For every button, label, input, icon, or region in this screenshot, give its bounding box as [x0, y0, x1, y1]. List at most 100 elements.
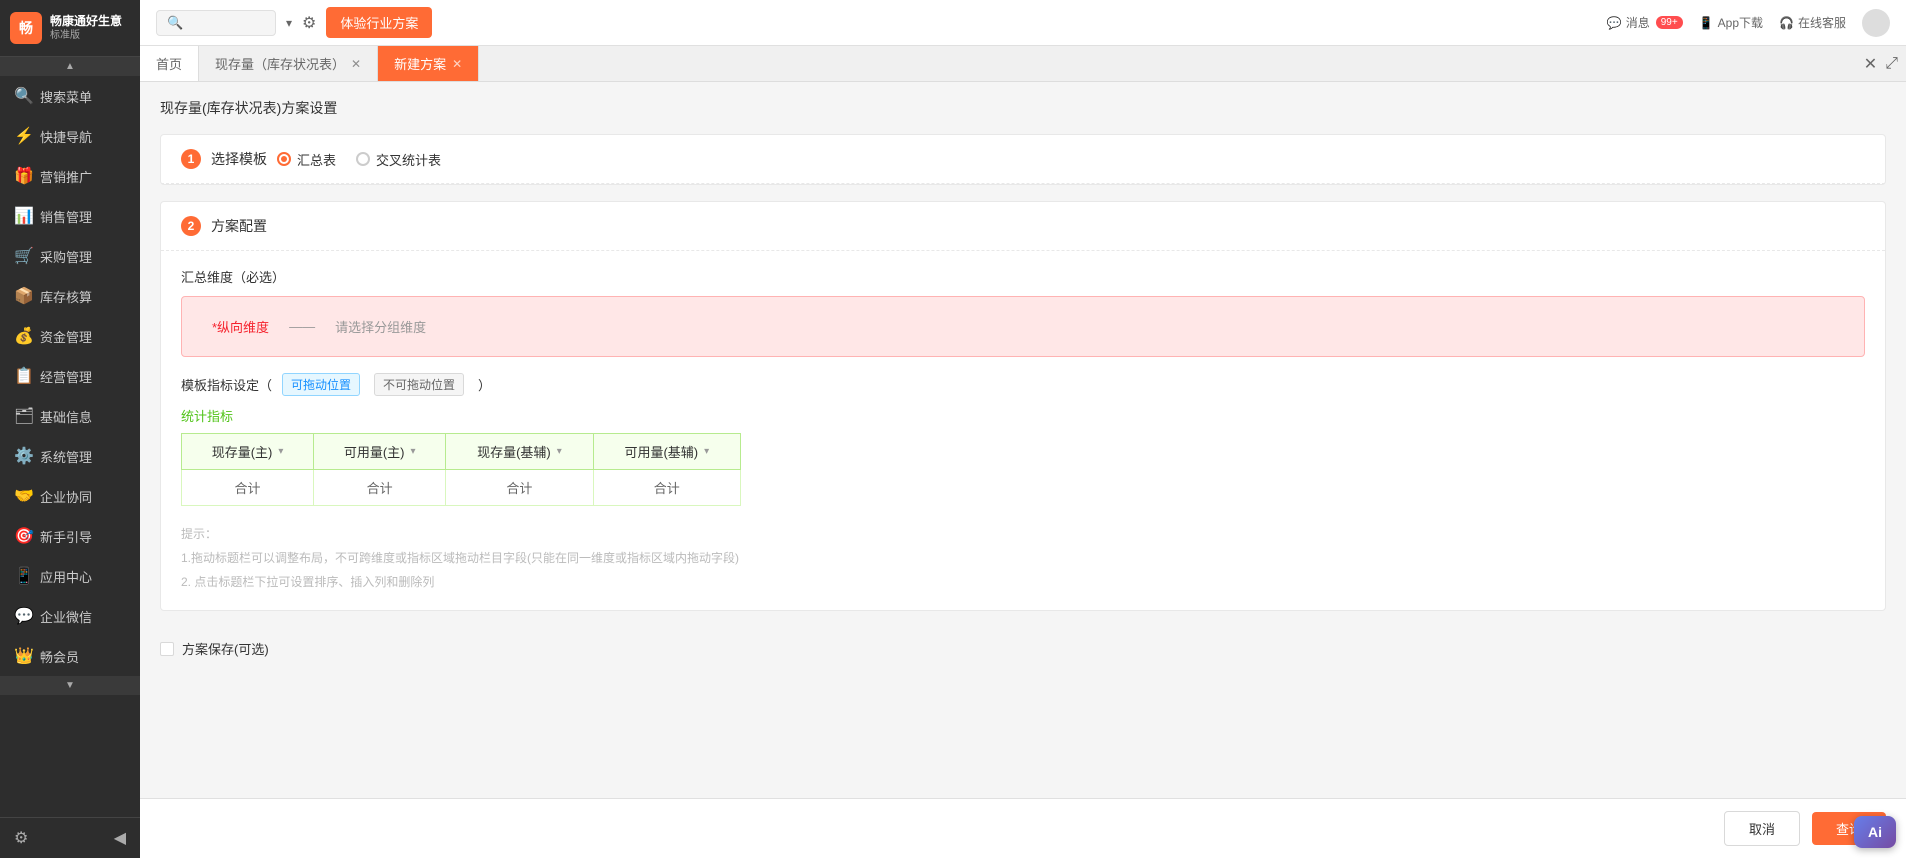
dimension-placeholder: 请选择分组维度 [335, 317, 426, 336]
sidebar-logo: 畅 畅康通好生意 标准版 [0, 0, 140, 57]
topbar-gear-icon[interactable]: ⚙ [302, 13, 316, 33]
ai-button[interactable]: Ai [1854, 816, 1896, 848]
col3-chevron-icon[interactable]: ▾ [557, 446, 562, 457]
sidebar-item-marketing[interactable]: 🎁 营销推广 [0, 156, 140, 196]
sidebar-label-appstore: 应用中心 [40, 567, 92, 586]
step1-header: 1 选择模板 汇总表 交叉统计表 [161, 135, 1885, 184]
col2-chevron-icon[interactable]: ▾ [411, 446, 416, 457]
tab-new-scheme[interactable]: 新建方案 ✕ [378, 46, 479, 81]
message-item[interactable]: 💬 消息 99+ [1607, 14, 1683, 31]
tab-inventory-close-icon[interactable]: ✕ [351, 57, 361, 71]
sidebar-label-marketing: 营销推广 [40, 167, 92, 186]
radio-summary[interactable]: 汇总表 [277, 150, 336, 169]
topbar-dropdown[interactable]: ▾ [286, 16, 292, 30]
stats-cell-3: 合计 [446, 470, 593, 506]
vertical-dimension-label: *纵向维度 [212, 317, 269, 336]
app-logo-icon: 畅 [10, 12, 42, 44]
main-area: 🔍 ▾ ⚙ 体验行业方案 💬 消息 99+ 📱 App下载 🎧 在线客服 [140, 0, 1906, 858]
drag-tag: 可拖动位置 [282, 373, 360, 396]
stats-cell-4: 合计 [593, 470, 740, 506]
step2-header: 2 方案配置 [161, 202, 1885, 251]
stats-col-2-header[interactable]: 可用量(主) ▾ [314, 434, 446, 470]
online-service-item[interactable]: 🎧 在线客服 [1779, 14, 1846, 31]
app-name: 畅康通好生意 标准版 [50, 14, 122, 43]
headset-icon: 🎧 [1779, 16, 1794, 30]
message-badge: 99+ [1656, 16, 1683, 29]
sidebar-icon-sales: 📊 [14, 206, 32, 226]
step1-badge: 1 [181, 149, 201, 169]
cancel-button[interactable]: 取消 [1724, 811, 1800, 846]
sidebar-item-system[interactable]: ⚙️ 系统管理 [0, 436, 140, 476]
sidebar-item-member[interactable]: 👑 畅会员 [0, 636, 140, 676]
dimension-required-area[interactable]: *纵向维度 —— 请选择分组维度 [181, 296, 1865, 357]
sidebar-label-system: 系统管理 [40, 447, 92, 466]
stats-header-row: 现存量(主) ▾ 可用量(主) ▾ [182, 434, 741, 470]
user-avatar[interactable] [1862, 9, 1890, 37]
stats-col-4-header[interactable]: 可用量(基辅) ▾ [593, 434, 740, 470]
step1-title: 选择模板 [211, 149, 267, 169]
tab-inventory-status[interactable]: 现存量（库存状况表） ✕ [199, 46, 378, 81]
sidebar-label-basic: 基础信息 [40, 407, 92, 426]
radio-summary-label: 汇总表 [297, 150, 336, 169]
stats-cell-2: 合计 [314, 470, 446, 506]
toggle-icon[interactable]: ◀ [114, 828, 126, 848]
radio-summary-circle [277, 152, 291, 166]
sidebar-item-purchase[interactable]: 🛒 采购管理 [0, 236, 140, 276]
tips-item-2: 2. 点击标题栏下拉可设置排序、插入列和删除列 [181, 570, 1865, 594]
tab-home[interactable]: 首页 [140, 46, 199, 81]
indicator-suffix: ） [478, 375, 491, 394]
stats-col-3-header[interactable]: 现存量(基辅) ▾ [446, 434, 593, 470]
radio-crosstab[interactable]: 交叉统计表 [356, 150, 441, 169]
col1-chevron-icon[interactable]: ▾ [278, 446, 283, 457]
search-input[interactable] [189, 16, 269, 30]
step2-section: 2 方案配置 汇总维度（必选） *纵向维度 —— 请选择分组维度 模板指标设定（… [160, 201, 1886, 611]
col4-chevron-icon[interactable]: ▾ [704, 446, 709, 457]
tabs-bar: 首页 现存量（库存状况表） ✕ 新建方案 ✕ ✕ ⤢ [140, 46, 1906, 82]
settings-icon[interactable]: ⚙ [14, 828, 28, 848]
message-icon: 💬 [1607, 16, 1622, 30]
stats-section: 统计指标 现存量(主) ▾ [181, 406, 1865, 506]
sidebar-item-appstore[interactable]: 📱 应用中心 [0, 556, 140, 596]
sidebar-icon-purchase: 🛒 [14, 246, 32, 266]
sidebar-label-purchase: 采购管理 [40, 247, 92, 266]
sidebar-item-finance[interactable]: 💰 资金管理 [0, 316, 140, 356]
sidebar-item-inventory[interactable]: 📦 库存核算 [0, 276, 140, 316]
tips-section: 提示： 1.拖动标题栏可以调整布局，不可跨维度或指标区域拖动栏目字段(只能在同一… [181, 522, 1865, 594]
stats-title: 统计指标 [181, 406, 1865, 425]
sidebar-item-newcomer[interactable]: 🎯 新手引导 [0, 516, 140, 556]
tab-close-btn[interactable]: ✕ [1864, 54, 1877, 74]
topbar-right: 💬 消息 99+ 📱 App下载 🎧 在线客服 [1607, 9, 1890, 37]
save-label: 方案保存(可选) [182, 639, 269, 658]
sidebar-item-sales[interactable]: 📊 销售管理 [0, 196, 140, 236]
sidebar-items-container: 🔍 搜索菜单 ⚡ 快捷导航 🎁 营销推广 📊 销售管理 🛒 采购管理 📦 库存核… [0, 76, 140, 676]
sidebar-icon-system: ⚙️ [14, 446, 32, 466]
save-checkbox[interactable] [160, 642, 174, 656]
sidebar-icon-newcomer: 🎯 [14, 526, 32, 546]
radio-crosstab-label: 交叉统计表 [376, 150, 441, 169]
topbar-search[interactable]: 🔍 [156, 10, 276, 36]
sidebar-icon-search: 🔍 [14, 86, 32, 106]
tab-expand-btn[interactable]: ⤢ [1885, 55, 1898, 73]
sidebar-item-cooperation[interactable]: 🤝 企业协同 [0, 476, 140, 516]
radio-crosstab-circle [356, 152, 370, 166]
tab-controls: ✕ ⤢ [1864, 54, 1906, 74]
stats-col-1-header[interactable]: 现存量(主) ▾ [182, 434, 314, 470]
sidebar-item-shortcut[interactable]: ⚡ 快捷导航 [0, 116, 140, 156]
tips-title: 提示： [181, 522, 1865, 546]
sidebar-icon-finance: 💰 [14, 326, 32, 346]
app-download-icon: 📱 [1699, 16, 1714, 30]
sidebar-scroll-down[interactable]: ▼ [0, 676, 140, 695]
sidebar-item-business[interactable]: 📋 经营管理 [0, 356, 140, 396]
sidebar-item-basic[interactable]: 🗂 基础信息 [0, 396, 140, 436]
sidebar-item-wechat[interactable]: 💬 企业微信 [0, 596, 140, 636]
sidebar-label-search: 搜索菜单 [40, 87, 92, 106]
sidebar-scroll-up[interactable]: ▲ [0, 57, 140, 76]
topbar: 🔍 ▾ ⚙ 体验行业方案 💬 消息 99+ 📱 App下载 🎧 在线客服 [140, 0, 1906, 46]
page-content: 现存量(库存状况表)方案设置 1 选择模板 汇总表 交叉统计表 [140, 82, 1906, 798]
sidebar-item-search[interactable]: 🔍 搜索菜单 [0, 76, 140, 116]
sidebar-icon-basic: 🗂 [14, 406, 32, 426]
app-download-item[interactable]: 📱 App下载 [1699, 14, 1763, 31]
tab-new-scheme-close-icon[interactable]: ✕ [452, 57, 462, 71]
sidebar-icon-cooperation: 🤝 [14, 486, 32, 506]
trial-btn[interactable]: 体验行业方案 [326, 7, 432, 38]
